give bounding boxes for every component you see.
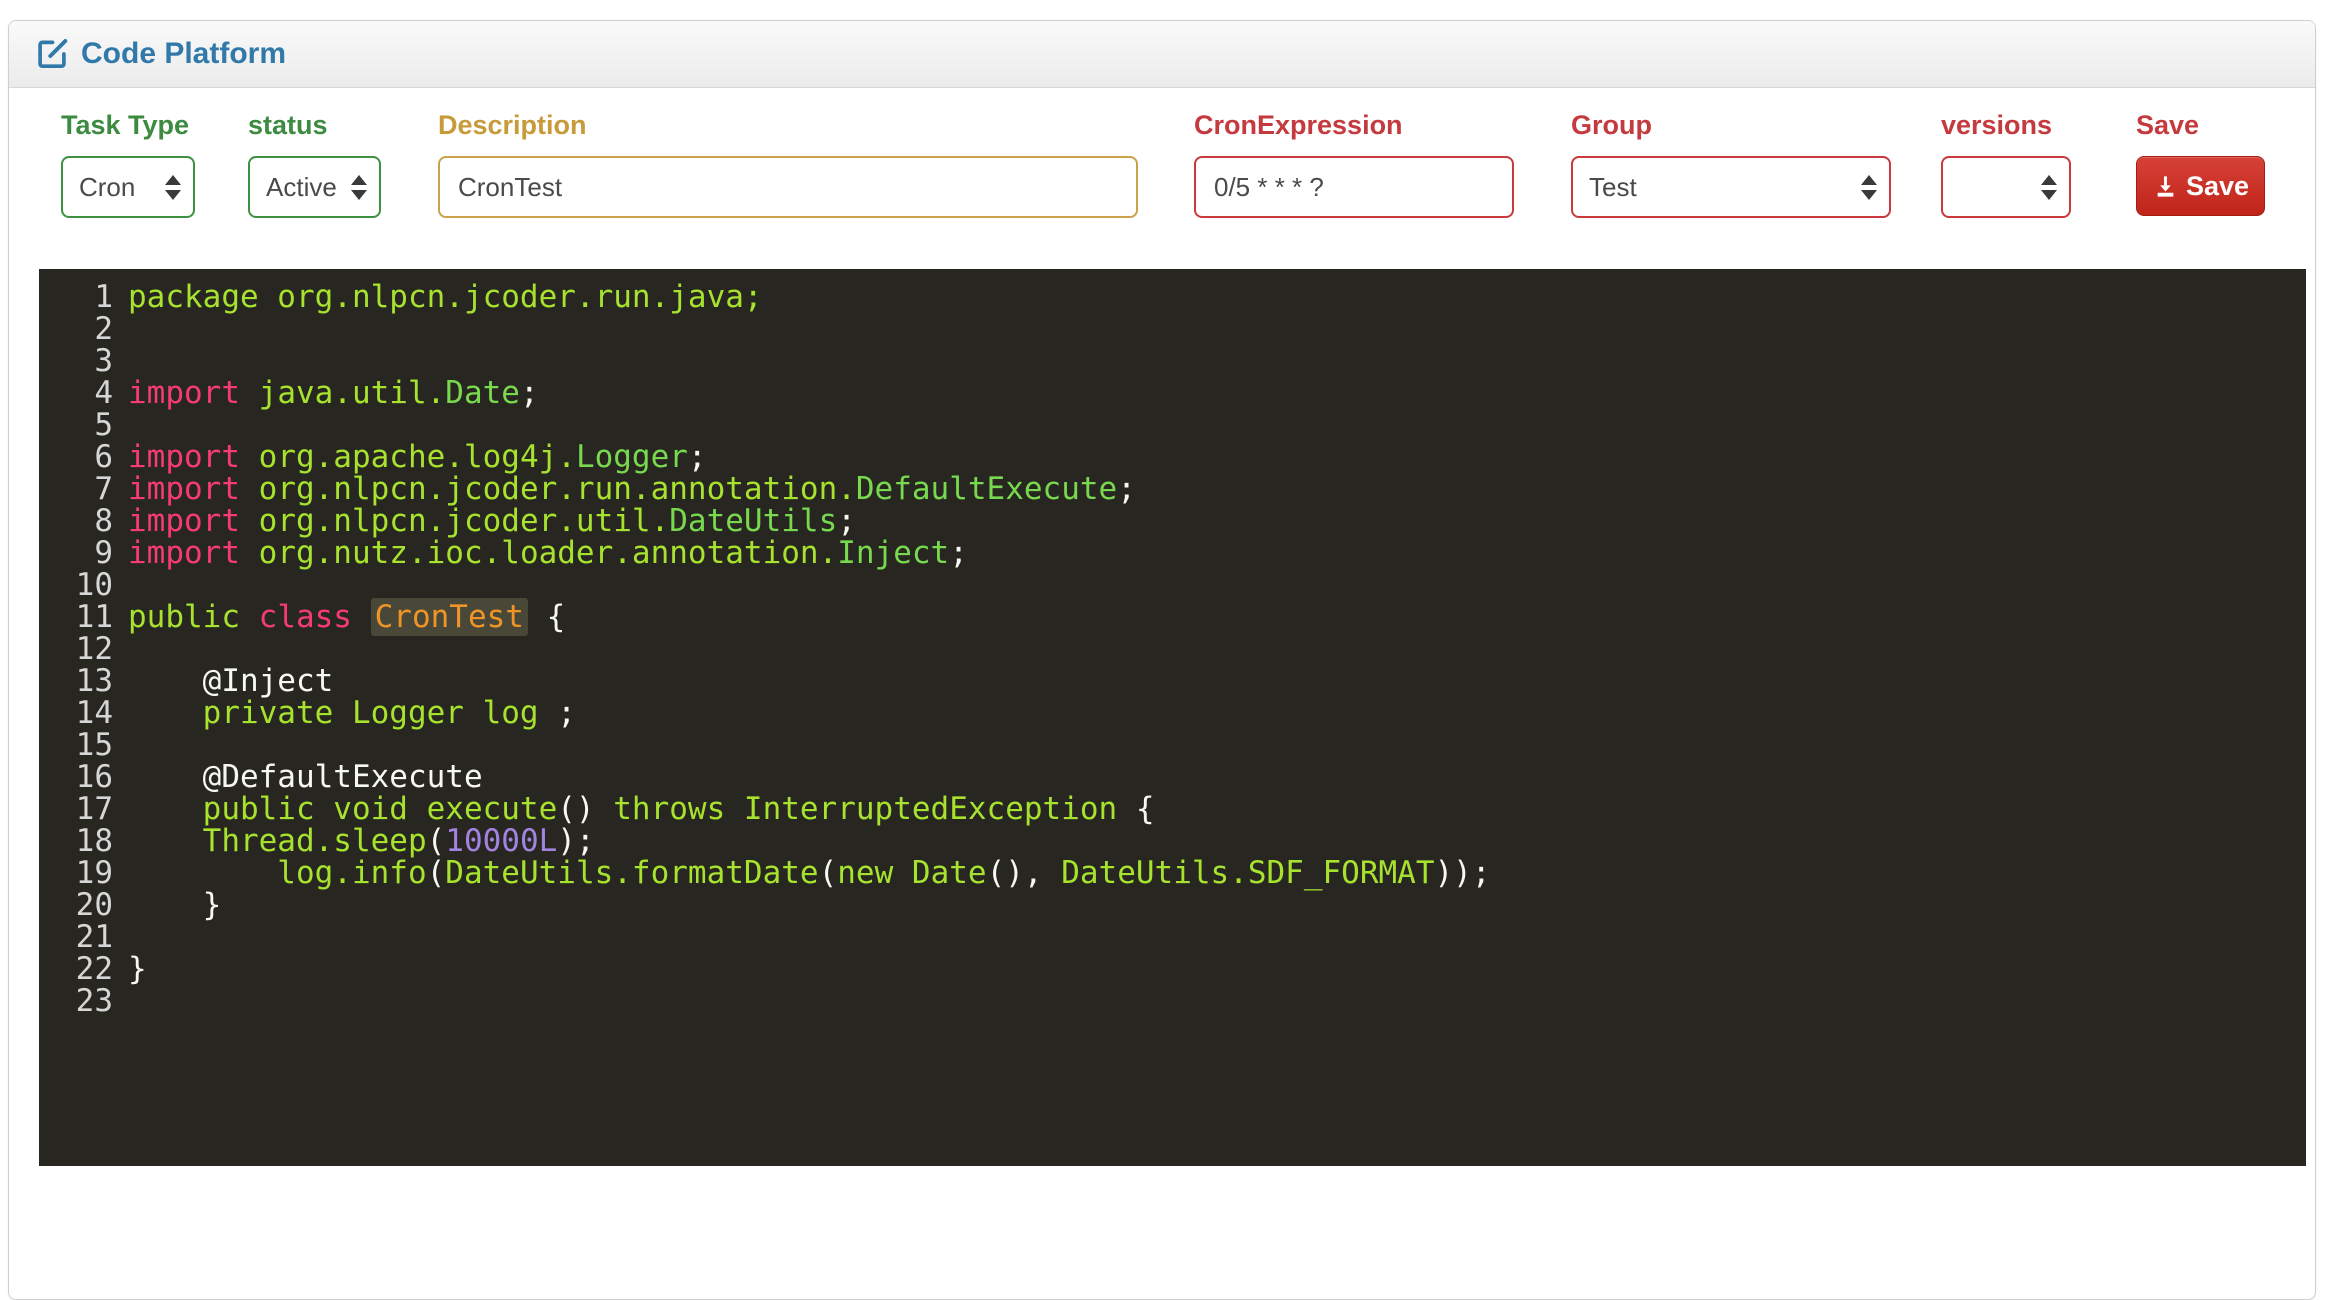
line-number: 7 — [94, 471, 113, 507]
code-line[interactable]: 5 — [39, 409, 2306, 441]
field-versions: versions — [1941, 110, 2071, 218]
panel-header: Code Platform — [9, 21, 2315, 88]
code-line[interactable]: 22} — [39, 953, 2306, 985]
task-type-label: Task Type — [61, 110, 190, 140]
code-editor[interactable]: 1 package org.nlpcn.jcoder.run.java; 2 3 4 im… — [39, 269, 2306, 1166]
field-save: Save Save — [2136, 110, 2266, 216]
select-caret-icon — [2041, 174, 2057, 200]
group-label: Group — [1571, 110, 1652, 140]
line-number: 10 — [75, 567, 113, 603]
versions-label: versions — [1941, 110, 2053, 140]
code-line-text: @DefaultExecute — [128, 759, 483, 795]
code-line-text: import org.nutz.ioc.loader.annotation.In… — [128, 535, 968, 571]
code-line-text: private Logger log ; — [128, 695, 576, 731]
code-line[interactable]: 17 public void execute() throws Interrup… — [39, 793, 2306, 825]
save-button[interactable]: Save — [2136, 156, 2265, 216]
field-description: Description — [438, 110, 1138, 218]
code-line-text: import java.util.Date; — [128, 375, 539, 411]
code-line-text: } — [128, 887, 222, 923]
code-line-text: package org.nlpcn.jcoder.run.java; — [128, 279, 763, 315]
group-select[interactable]: Test — [1571, 156, 1891, 218]
code-line[interactable]: 3 — [39, 345, 2306, 377]
description-input[interactable] — [438, 156, 1138, 218]
group-value: Test — [1589, 171, 1637, 202]
code-line[interactable]: 1 package org.nlpcn.jcoder.run.java; — [39, 281, 2306, 313]
download-icon — [2152, 173, 2179, 200]
code-line-text: import org.nlpcn.jcoder.util.DateUtils; — [128, 503, 856, 539]
field-task-type: Task Type Cron — [61, 110, 195, 218]
code-line[interactable]: 13 @Inject — [39, 665, 2306, 697]
line-number: 2 — [94, 311, 113, 347]
code-line[interactable]: 6 import org.apache.log4j.Logger; — [39, 441, 2306, 473]
line-number: 5 — [94, 407, 113, 443]
select-caret-icon — [351, 174, 367, 200]
status-select[interactable]: Active — [248, 156, 381, 218]
task-type-value: Cron — [79, 171, 136, 202]
line-number: 15 — [75, 727, 113, 763]
code-line-text: log.info(DateUtils.formatDate(new Date()… — [128, 855, 1491, 891]
task-form: Task Type Cron status Active Description… — [9, 88, 2315, 266]
task-type-select[interactable]: Cron — [61, 156, 195, 218]
cron-expression-label: CronExpression — [1194, 110, 1403, 140]
line-number: 20 — [75, 887, 113, 923]
line-number: 6 — [94, 439, 113, 475]
line-number: 12 — [75, 631, 113, 667]
field-cron-expression: CronExpression — [1194, 110, 1514, 218]
code-line-text: import org.nlpcn.jcoder.run.annotation.D… — [128, 471, 1136, 507]
line-number: 16 — [75, 759, 113, 795]
code-line[interactable]: 23 — [39, 985, 2306, 1017]
select-caret-icon — [1861, 174, 1877, 200]
line-number: 22 — [75, 951, 113, 987]
field-group: Group Test — [1571, 110, 1891, 218]
page-title-text: Code Platform — [81, 37, 287, 70]
code-lines[interactable]: 1 package org.nlpcn.jcoder.run.java; 2 3 4 im… — [39, 281, 2306, 1017]
code-line[interactable]: 20 } — [39, 889, 2306, 921]
code-platform-panel: Code Platform Task Type Cron status Acti… — [8, 20, 2316, 1300]
code-line-text: public class CronTest { — [128, 598, 566, 636]
code-line[interactable]: 16 @DefaultExecute — [39, 761, 2306, 793]
code-line[interactable]: 15 — [39, 729, 2306, 761]
line-number: 8 — [94, 503, 113, 539]
cron-expression-input[interactable] — [1194, 156, 1514, 218]
code-line[interactable]: 12 — [39, 633, 2306, 665]
versions-select[interactable] — [1941, 156, 2071, 218]
code-line[interactable]: 9 import org.nutz.ioc.loader.annotation.I… — [39, 537, 2306, 569]
code-line-text: @Inject — [128, 663, 334, 699]
code-line-text: public void execute() throws Interrupted… — [128, 791, 1155, 827]
edit-square-icon — [35, 37, 69, 71]
save-button-label: Save — [2185, 170, 2250, 201]
status-value: Active — [266, 171, 337, 202]
save-label: Save — [2136, 110, 2200, 140]
code-line-text: Thread.sleep(10000L); — [128, 823, 595, 859]
line-number: 14 — [75, 695, 113, 731]
code-line[interactable]: 4 import java.util.Date; — [39, 377, 2306, 409]
select-caret-icon — [165, 174, 181, 200]
code-line[interactable]: 19 log.info(DateUtils.formatDate(new Dat… — [39, 857, 2306, 889]
line-number: 3 — [94, 343, 113, 379]
line-number: 23 — [75, 983, 113, 1019]
code-line[interactable]: 18 Thread.sleep(10000L); — [39, 825, 2306, 857]
code-line[interactable]: 11 public class CronTest { — [39, 598, 2306, 636]
line-number: 4 — [94, 375, 113, 411]
line-number: 17 — [75, 791, 113, 827]
code-line[interactable]: 8 import org.nlpcn.jcoder.util.DateUtils; — [39, 505, 2306, 537]
field-status: status Active — [248, 110, 381, 218]
code-line[interactable]: 21 — [39, 921, 2306, 953]
line-number: 11 — [75, 599, 113, 635]
code-line[interactable]: 2 — [39, 313, 2306, 345]
line-number: 18 — [75, 823, 113, 859]
line-number: 21 — [75, 919, 113, 955]
line-number: 9 — [94, 535, 113, 571]
code-line-text: } — [128, 951, 147, 987]
code-line[interactable]: 7 import org.nlpcn.jcoder.run.annotation.… — [39, 473, 2306, 505]
status-label: status — [248, 110, 328, 140]
code-line[interactable]: 14 private Logger log ; — [39, 697, 2306, 729]
line-number: 13 — [75, 663, 113, 699]
line-number: 19 — [75, 855, 113, 891]
page-title: Code Platform — [35, 37, 286, 71]
description-label: Description — [438, 110, 587, 140]
code-line-text: import org.apache.log4j.Logger; — [128, 439, 707, 475]
code-line[interactable]: 10 — [39, 569, 2306, 601]
line-number: 1 — [94, 279, 113, 315]
